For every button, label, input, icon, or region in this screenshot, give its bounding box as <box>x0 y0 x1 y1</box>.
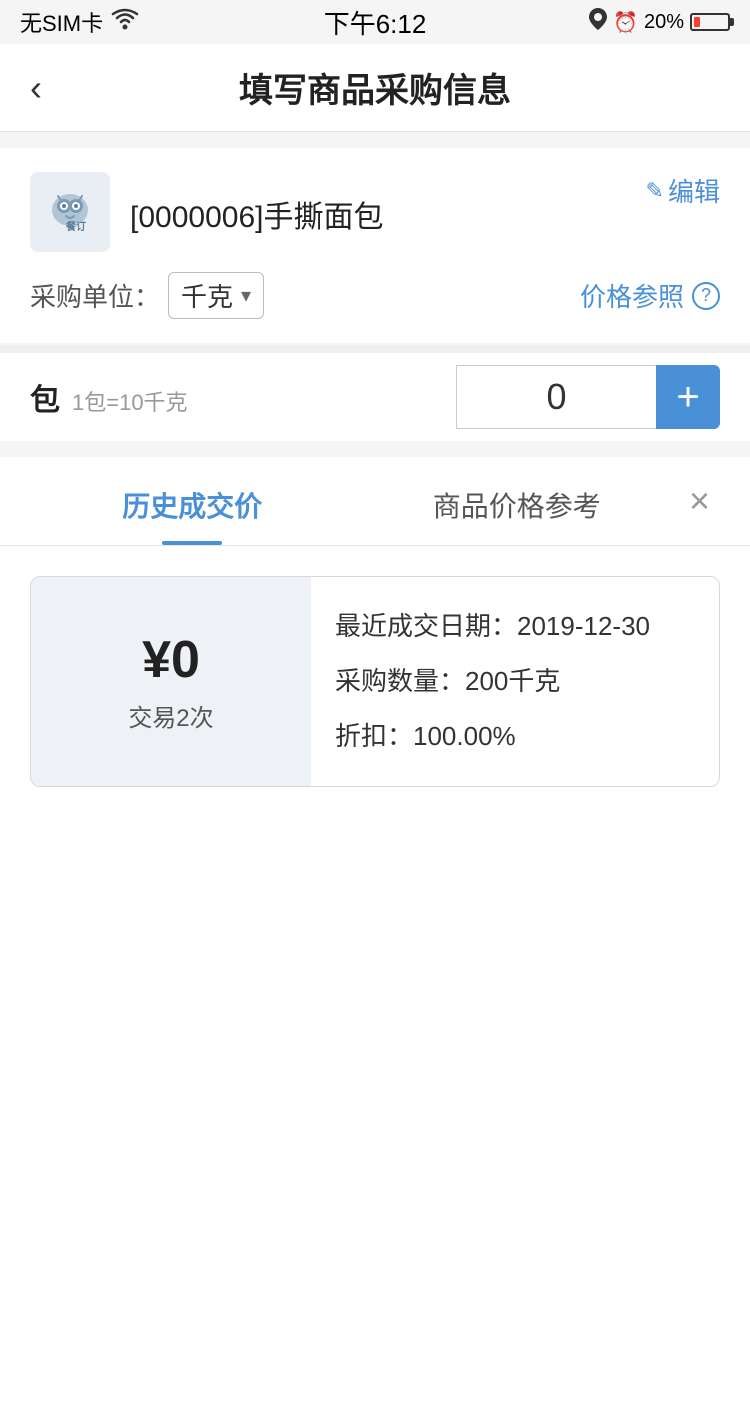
history-date-label: 最近成交日期： <box>335 611 517 641</box>
tab-product-label: 商品价格参考 <box>433 491 601 522</box>
product-left: 餐订 [0000006]手撕面包 <box>30 172 383 252</box>
help-icon: ? <box>692 282 720 310</box>
unit-selector-group: 采购单位： 千克 ▾ <box>30 272 264 319</box>
battery-icon <box>690 13 730 31</box>
quantity-plus-button[interactable]: + <box>656 365 720 429</box>
edit-link[interactable]: ✎ 编辑 <box>646 172 720 209</box>
battery-fill <box>694 17 700 27</box>
quantity-label-block: 包 1包=10千克 <box>30 375 188 419</box>
product-card: 餐订 [0000006]手撕面包 ✎ 编辑 采购单位： 千克 ▾ 价格参照 ? <box>0 148 750 343</box>
qty-unit-main: 包 <box>30 375 60 419</box>
status-bar: 无SIM卡 下午6:12 ⏰ 20% <box>0 0 750 44</box>
tab-product-price-ref[interactable]: 商品价格参考 <box>354 457 678 545</box>
unit-select[interactable]: 千克 ▾ <box>168 272 264 319</box>
tabs-section: 历史成交价 商品价格参考 × ¥0 交易2次 最近成交日期：2019-12-30… <box>0 457 750 817</box>
product-unit-row: 采购单位： 千克 ▾ 价格参照 ? <box>30 272 720 319</box>
nav-bar: ‹ 填写商品采购信息 <box>0 44 750 132</box>
history-qty-row: 采购数量：200千克 <box>335 662 695 701</box>
quantity-controls: + <box>456 365 720 429</box>
edit-icon: ✎ <box>646 178 664 204</box>
history-card: ¥0 交易2次 最近成交日期：2019-12-30 采购数量：200千克 折扣：… <box>30 576 720 787</box>
history-qty-label: 采购数量： <box>335 666 465 696</box>
quantity-section: 包 1包=10千克 + <box>0 345 750 441</box>
price-ref-label: 价格参照 <box>580 277 684 314</box>
history-date-row: 最近成交日期：2019-12-30 <box>335 607 695 646</box>
status-left: 无SIM卡 <box>20 6 139 38</box>
quantity-input[interactable] <box>456 365 656 429</box>
tab-history-label: 历史成交价 <box>122 491 262 522</box>
quantity-row: 包 1包=10千克 + <box>30 353 720 441</box>
wifi-icon <box>111 8 139 36</box>
history-price-value: ¥0 <box>142 630 200 690</box>
history-detail-panel: 最近成交日期：2019-12-30 采购数量：200千克 折扣：100.00% <box>311 577 719 786</box>
alarm-icon: ⏰ <box>613 10 638 35</box>
back-button[interactable]: ‹ <box>30 57 52 119</box>
price-ref-button[interactable]: 价格参照 ? <box>580 277 720 314</box>
history-discount-row: 折扣：100.00% <box>335 717 695 756</box>
status-right: ⏰ 20% <box>589 8 730 36</box>
history-content: ¥0 交易2次 最近成交日期：2019-12-30 采购数量：200千克 折扣：… <box>0 546 750 817</box>
edit-label: 编辑 <box>668 172 720 209</box>
status-time: 下午6:12 <box>324 4 427 41</box>
history-date-value: 2019-12-30 <box>517 611 650 641</box>
svg-text:餐订: 餐订 <box>65 220 86 232</box>
unit-value: 千克 <box>181 277 233 314</box>
history-trades-count: 交易2次 <box>128 698 213 733</box>
battery-percent: 20% <box>644 11 684 34</box>
history-price-panel: ¥0 交易2次 <box>31 577 311 786</box>
product-header: 餐订 [0000006]手撕面包 ✎ 编辑 <box>30 172 720 252</box>
product-name: [0000006]手撕面包 <box>130 188 383 236</box>
carrier-text: 无SIM卡 <box>20 6 103 38</box>
page-title: 填写商品采购信息 <box>239 63 511 112</box>
product-thumbnail: 餐订 <box>30 172 110 252</box>
location-icon <box>589 8 607 36</box>
qty-unit-sub: 1包=10千克 <box>72 385 188 417</box>
unit-label: 采购单位： <box>30 277 160 314</box>
empty-space <box>0 817 750 1417</box>
tabs-close-button[interactable]: × <box>679 473 720 529</box>
tab-history-price[interactable]: 历史成交价 <box>30 457 354 545</box>
product-image-icon: 餐订 <box>46 184 94 241</box>
chevron-down-icon: ▾ <box>241 283 251 308</box>
tabs-header: 历史成交价 商品价格参考 × <box>0 457 750 546</box>
history-discount-label: 折扣： <box>335 721 413 751</box>
history-discount-value: 100.00% <box>413 721 516 751</box>
history-qty-value: 200千克 <box>465 666 560 696</box>
